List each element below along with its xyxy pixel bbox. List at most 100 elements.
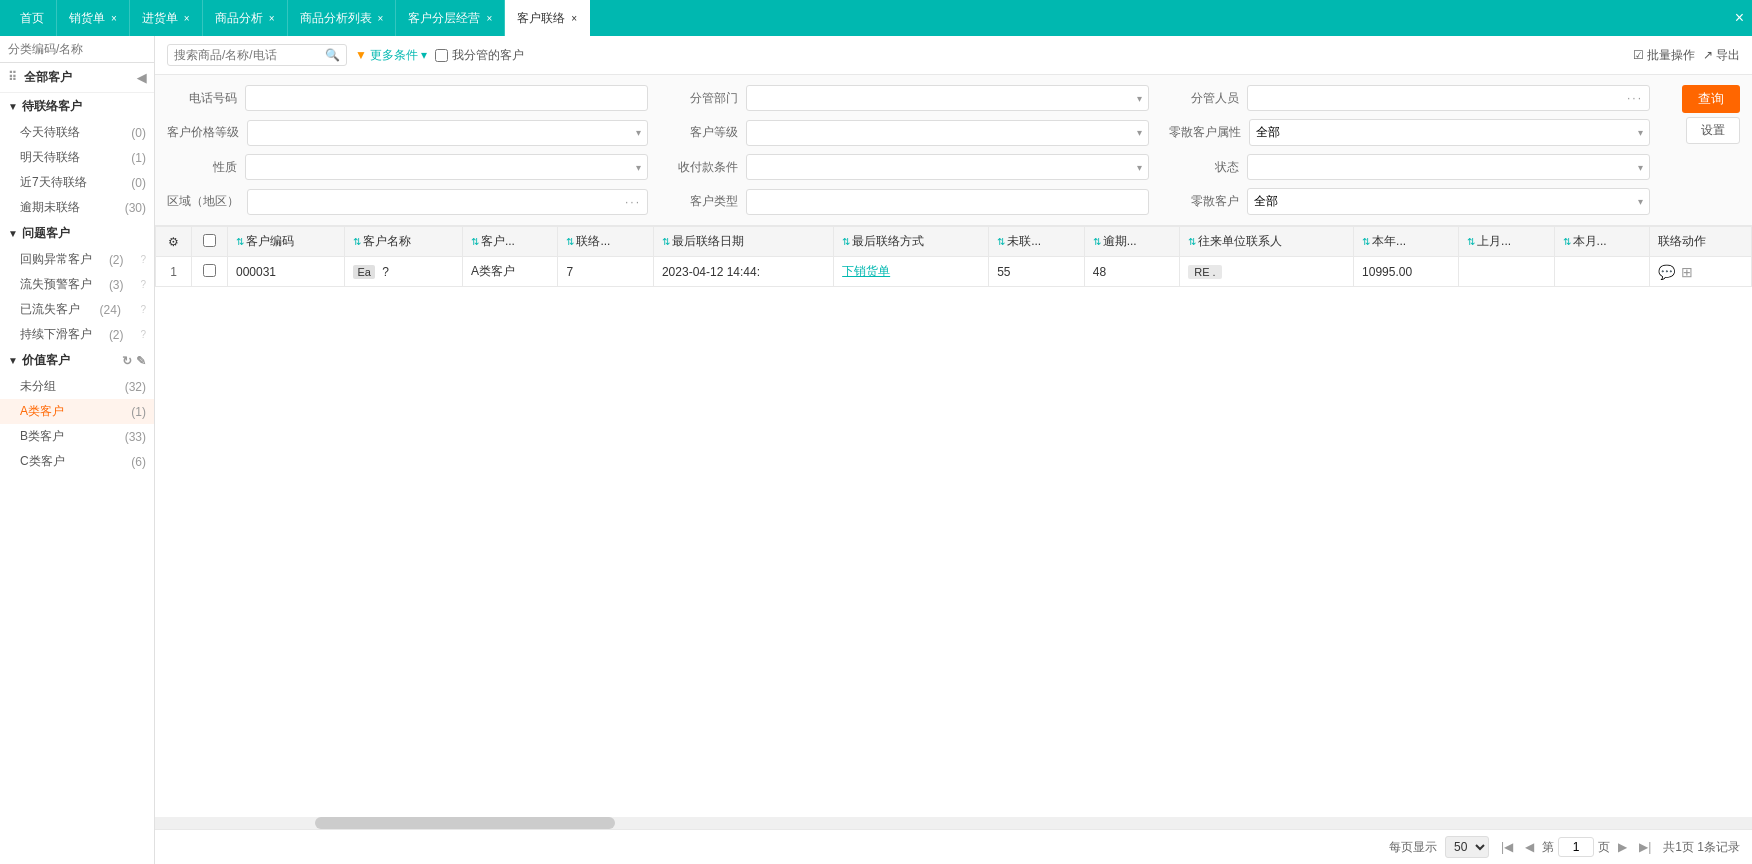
refresh-icon[interactable]: ↻: [122, 354, 132, 368]
region-label: 区域（地区）: [167, 193, 239, 210]
mine-only-filter[interactable]: 我分管的客户: [435, 47, 524, 64]
payment-select[interactable]: ▾: [746, 154, 1149, 180]
sidebar-item-churn-warning[interactable]: 流失预警客户 (3) ?: [0, 272, 154, 297]
sidebar-item-churned[interactable]: 已流失客户 (24) ?: [0, 297, 154, 322]
sort-icon[interactable]: ⇅: [353, 236, 361, 247]
check-icon: ☑: [1633, 48, 1644, 62]
sort-icon[interactable]: ⇅: [1188, 236, 1196, 247]
col-overdue: ⇅逾期...: [1084, 227, 1180, 257]
sidebar-item-today[interactable]: 今天待联络 (0): [0, 120, 154, 145]
search-icon[interactable]: 🔍: [325, 48, 340, 62]
sort-icon[interactable]: ⇅: [471, 236, 479, 247]
section-value-customers[interactable]: ▼ 价值客户 ↻ ✎: [0, 347, 154, 374]
section-pending-contact[interactable]: ▼ 待联络客户: [0, 93, 154, 120]
phone-text-input[interactable]: [252, 91, 641, 105]
query-button[interactable]: 查询: [1682, 85, 1740, 113]
dept-caret-icon: ▾: [1137, 93, 1142, 104]
manager-input[interactable]: ···: [1247, 85, 1650, 111]
sort-icon[interactable]: ⇅: [662, 236, 670, 247]
customer-type-input[interactable]: [746, 189, 1149, 215]
sidebar-item-c-class[interactable]: C类客户 (6): [0, 449, 154, 474]
sort-icon[interactable]: ⇅: [236, 236, 244, 247]
nav-tab-purchase[interactable]: 进货单 ×: [130, 0, 203, 36]
help-icon[interactable]: ?: [140, 304, 146, 315]
sidebar-search-input[interactable]: [8, 42, 155, 56]
filter-cell-price-grade: 客户价格等级 ▾: [167, 120, 648, 146]
sort-icon[interactable]: ⇅: [997, 236, 1005, 247]
col-contact: ⇅联络...: [558, 227, 654, 257]
phone-input[interactable]: [245, 85, 648, 111]
nav-tab-home[interactable]: 首页: [8, 0, 57, 36]
nav-tab-analysis-list[interactable]: 商品分析列表 ×: [288, 0, 397, 36]
retail-attr-select[interactable]: 全部 ▾: [1249, 119, 1650, 146]
batch-op-button[interactable]: ☑ 批量操作: [1633, 47, 1695, 64]
filter-cell-region: 区域（地区） ···: [167, 189, 648, 215]
help-icon[interactable]: ?: [140, 329, 146, 340]
sidebar-item-overdue[interactable]: 逾期未联络 (30): [0, 195, 154, 220]
row-checkbox[interactable]: [203, 264, 216, 277]
close-icon[interactable]: ×: [111, 13, 117, 24]
row-last-method[interactable]: 下销货单: [834, 257, 989, 287]
customer-grade-select[interactable]: ▾: [746, 120, 1149, 146]
select-all-checkbox[interactable]: [203, 234, 216, 247]
horizontal-scrollbar[interactable]: [155, 817, 1752, 829]
sort-icon[interactable]: ⇅: [1362, 236, 1370, 247]
sort-icon[interactable]: ⇅: [1563, 236, 1571, 247]
sidebar-item-declining[interactable]: 持续下滑客户 (2) ?: [0, 322, 154, 347]
setting-button[interactable]: 设置: [1686, 117, 1740, 144]
sidebar-item-tomorrow[interactable]: 明天待联络 (1): [0, 145, 154, 170]
row-checkbox-cell[interactable]: [192, 257, 228, 287]
col-person: ⇅往来单位联系人: [1180, 227, 1354, 257]
sidebar-item-unclassified[interactable]: 未分组 (32): [0, 374, 154, 399]
close-icon[interactable]: ×: [184, 13, 190, 24]
per-page-select[interactable]: 50: [1445, 836, 1489, 858]
search-input[interactable]: [174, 48, 325, 62]
price-grade-select[interactable]: ▾: [247, 120, 648, 146]
close-icon[interactable]: ×: [269, 13, 275, 24]
more-filters-button[interactable]: ▼ 更多条件 ▾: [355, 47, 427, 64]
sort-icon[interactable]: ⇅: [1467, 236, 1475, 247]
close-icon[interactable]: ×: [378, 13, 384, 24]
row-contact: 7: [558, 257, 654, 287]
grid-icon[interactable]: ⊞: [1681, 264, 1693, 280]
edit-icon[interactable]: ✎: [136, 354, 146, 368]
close-icon[interactable]: ×: [571, 13, 577, 24]
sort-icon[interactable]: ⇅: [1093, 236, 1101, 247]
col-setting[interactable]: ⚙: [156, 227, 192, 257]
sidebar-item-a-class[interactable]: A类客户 (1): [0, 399, 154, 424]
next-page-button[interactable]: ▶: [1614, 838, 1631, 856]
dept-select[interactable]: ▾: [746, 85, 1149, 111]
section-problem-customers[interactable]: ▼ 问题客户: [0, 220, 154, 247]
nav-tab-customer-seg[interactable]: 客户分层经营 ×: [396, 0, 505, 36]
last-page-button[interactable]: ▶|: [1635, 838, 1655, 856]
prev-page-button[interactable]: ◀: [1521, 838, 1538, 856]
close-all-button[interactable]: ×: [1735, 9, 1744, 27]
col-check[interactable]: [192, 227, 228, 257]
sort-icon[interactable]: ⇅: [842, 236, 850, 247]
help-icon[interactable]: ?: [140, 279, 146, 290]
sidebar-item-repurchase-abnormal[interactable]: 回购异常客户 (2) ?: [0, 247, 154, 272]
first-page-button[interactable]: |◀: [1497, 838, 1517, 856]
filter-cell-retail-customer: 零散客户 全部 ▾: [1169, 188, 1650, 215]
help-icon[interactable]: ?: [140, 254, 146, 265]
sidebar-item-b-class[interactable]: B类客户 (33): [0, 424, 154, 449]
nav-tab-sales[interactable]: 销货单 ×: [57, 0, 130, 36]
nav-tab-analysis[interactable]: 商品分析 ×: [203, 0, 288, 36]
sidebar-item-7days[interactable]: 近7天待联络 (0): [0, 170, 154, 195]
message-icon[interactable]: 💬: [1658, 264, 1675, 280]
page-input[interactable]: [1558, 837, 1594, 857]
scrollbar-thumb[interactable]: [315, 817, 615, 829]
region-input[interactable]: ···: [247, 189, 648, 215]
nature-select[interactable]: ▾: [245, 154, 648, 180]
status-select[interactable]: ▾: [1247, 154, 1650, 180]
export-button[interactable]: ↗ 导出: [1703, 47, 1740, 64]
mine-checkbox[interactable]: [435, 49, 448, 62]
retail-customer-select[interactable]: 全部 ▾: [1247, 188, 1650, 215]
sort-icon[interactable]: ⇅: [566, 236, 574, 247]
last-method-link[interactable]: 下销货单: [842, 264, 890, 278]
nav-tab-customer-contact[interactable]: 客户联络 ×: [505, 0, 590, 36]
sidebar-all-customers[interactable]: ⠿ 全部客户 ◀: [0, 63, 154, 93]
close-icon[interactable]: ×: [486, 13, 492, 24]
sidebar-collapse-icon[interactable]: ◀: [137, 71, 146, 85]
filter-row-2: 客户价格等级 ▾ 客户等级 ▾: [167, 119, 1670, 146]
